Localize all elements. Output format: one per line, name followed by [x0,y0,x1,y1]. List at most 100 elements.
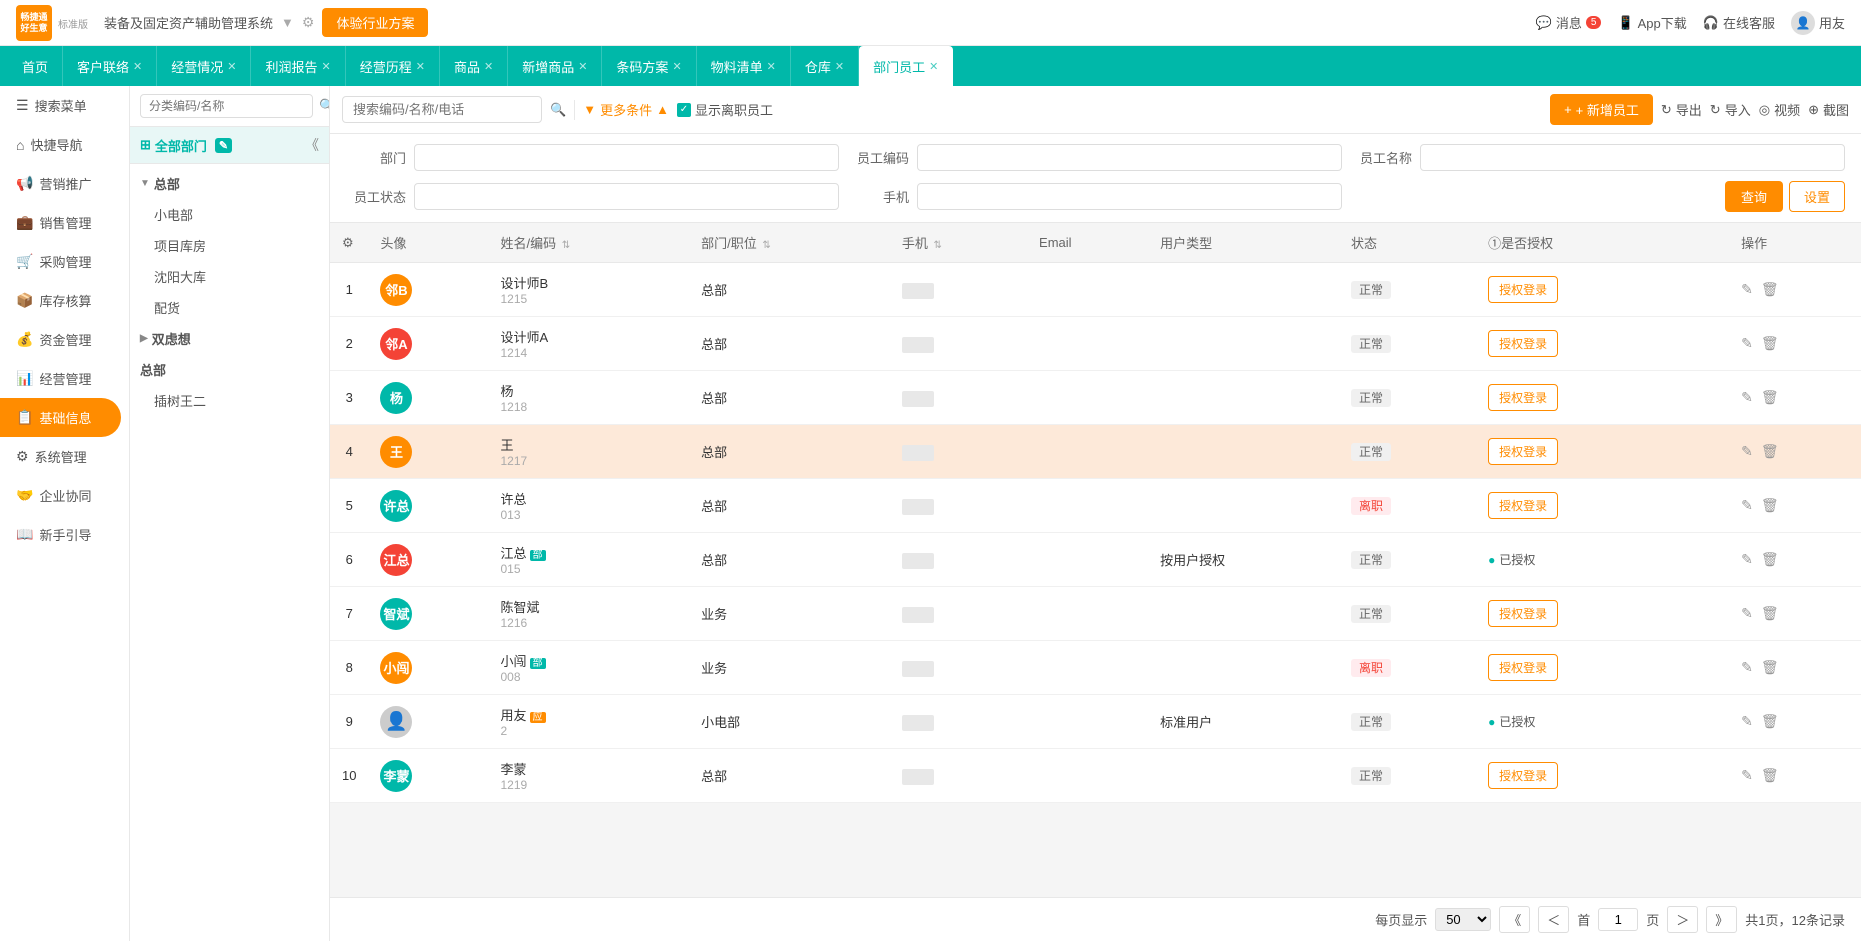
authorize-btn[interactable]: 授权登录 [1488,492,1558,519]
add-employee-btn[interactable]: + + 新增员工 [1550,94,1653,125]
message-btn[interactable]: 💬 消息 5 [1536,13,1602,32]
first-page-btn[interactable]: 《 [1499,906,1530,933]
query-btn[interactable]: 查询 [1725,181,1783,212]
tab-warehouse[interactable]: 仓库 ✕ [791,46,859,86]
sort-phone-icon[interactable]: ⇅ [933,240,941,251]
delete-btn[interactable]: 🗑 [1761,659,1779,676]
delete-btn[interactable]: 🗑 [1761,605,1779,622]
settings-icon[interactable]: ⚙ [302,14,315,31]
col-settings[interactable]: ⚙ [330,223,368,263]
edit-btn[interactable]: ✎ [1741,497,1753,514]
dept-node-zongbu-group[interactable]: ▼总部 [130,168,329,199]
next-page-btn[interactable]: ＞ [1667,906,1698,933]
filter-empcode-input[interactable] [917,144,1342,171]
authorize-btn[interactable]: 授权登录 [1488,384,1558,411]
sidebar-item-purchase[interactable]: 🛒 采购管理 [0,242,129,281]
edit-btn[interactable]: ✎ [1741,659,1753,676]
delete-btn[interactable]: 🗑 [1761,281,1779,298]
tab-addgoods[interactable]: 新增商品 ✕ [508,46,602,86]
delete-btn[interactable]: 🗑 [1761,767,1779,784]
user-btn[interactable]: 👤 用友 [1791,11,1845,35]
reset-btn[interactable]: 设置 [1789,181,1845,212]
tab-business[interactable]: 经营情况 ✕ [157,46,251,86]
export-btn[interactable]: ↻ 导出 [1661,100,1702,119]
app-download-btn[interactable]: 📱 App下载 [1617,13,1686,32]
dept-node-xiangmukufang[interactable]: 项目库房 [130,230,329,261]
trial-btn[interactable]: 体验行业方案 [322,8,428,37]
tab-barcode[interactable]: 条码方案 ✕ [602,46,696,86]
tab-warehouse-close[interactable]: ✕ [835,60,844,73]
authorize-btn[interactable]: 授权登录 [1488,438,1558,465]
authorize-btn[interactable]: 授权登录 [1488,276,1558,303]
authorize-btn[interactable]: 授权登录 [1488,600,1558,627]
sidebar-item-finance[interactable]: 💰 资金管理 [0,320,129,359]
edit-btn[interactable]: ✎ [1741,713,1753,730]
edit-btn[interactable]: ✎ [1741,389,1753,406]
authorize-btn[interactable]: 授权登录 [1488,762,1558,789]
tab-home[interactable]: 首页 [8,46,63,86]
tab-material-close[interactable]: ✕ [767,60,776,73]
tab-business-close[interactable]: ✕ [227,60,236,73]
search-submit-btn[interactable]: 🔍 [550,102,566,118]
sidebar-item-basic[interactable]: 📋 基础信息 [0,398,121,437]
tab-barcode-close[interactable]: ✕ [672,60,681,73]
tab-staff-close[interactable]: ✕ [929,60,938,73]
dept-all-btn[interactable]: ⊞ 全部部门 ✎ 《 [130,127,329,164]
sidebar-item-quicknav[interactable]: ⌂ 快捷导航 [0,125,129,164]
tab-process[interactable]: 经营历程 ✕ [346,46,440,86]
edit-btn[interactable]: ✎ [1741,605,1753,622]
sidebar-item-system[interactable]: ⚙ 系统管理 [0,437,129,476]
sort-name-icon[interactable]: ⇅ [562,240,570,251]
more-filter-btn[interactable]: ▼ 更多条件 ▲ [583,100,669,119]
online-service-btn[interactable]: 🎧 在线客服 [1703,13,1775,32]
tab-goods-close[interactable]: ✕ [484,60,493,73]
edit-btn[interactable]: ✎ [1741,443,1753,460]
dept-node-zongbu2[interactable]: 总部 [130,354,329,385]
sidebar-item-inventory[interactable]: 📦 库存核算 [0,281,129,320]
tab-process-close[interactable]: ✕ [416,60,425,73]
dept-edit-icon[interactable]: ✎ [215,138,232,153]
authorize-btn[interactable]: 授权登录 [1488,330,1558,357]
sidebar-item-sales[interactable]: 💼 销售管理 [0,203,129,242]
delete-btn[interactable]: 🗑 [1761,497,1779,514]
dept-node-shenyangdaku[interactable]: 沈阳大库 [130,261,329,292]
delete-btn[interactable]: 🗑 [1761,389,1779,406]
dept-search-input[interactable] [140,94,313,118]
filter-phone-input[interactable] [917,183,1342,210]
collapse-btn[interactable]: 《 [305,135,319,155]
filter-dept-select[interactable] [414,144,839,171]
search-input[interactable] [342,96,542,123]
import-btn[interactable]: ↻ 导入 [1710,100,1751,119]
show-inactive-toggle[interactable]: ✓ 显示离职员工 [677,100,773,119]
page-input[interactable] [1598,908,1638,931]
filter-status-select[interactable] [414,183,839,210]
tab-customer[interactable]: 客户联络 ✕ [63,46,157,86]
dept-node-shuanglvxiang[interactable]: ▶双虑想 [130,323,329,354]
edit-btn[interactable]: ✎ [1741,551,1753,568]
dept-node-peihuo[interactable]: 配货 [130,292,329,323]
tab-material[interactable]: 物料清单 ✕ [697,46,791,86]
delete-btn[interactable]: 🗑 [1761,443,1779,460]
tab-staff[interactable]: 部门员工 ✕ [859,46,953,86]
prev-page-btn[interactable]: ＜ [1538,906,1569,933]
edit-btn[interactable]: ✎ [1741,281,1753,298]
tab-customer-close[interactable]: ✕ [133,60,142,73]
nav-dropdown-icon[interactable]: ▼ [281,15,294,30]
sidebar-item-collab[interactable]: 🤝 企业协同 [0,476,129,515]
tab-goods[interactable]: 商品 ✕ [440,46,508,86]
sort-dept-icon[interactable]: ⇅ [762,240,770,251]
dept-node-xiaodianbu[interactable]: 小电部 [130,199,329,230]
filter-empname-input[interactable] [1420,144,1845,171]
sidebar-item-guide[interactable]: 📖 新手引导 [0,515,129,554]
dept-node-chashuwanger[interactable]: 插树王二 [130,385,329,416]
delete-btn[interactable]: 🗑 [1761,551,1779,568]
per-page-select[interactable]: 50 100 [1435,908,1491,931]
tab-addgoods-close[interactable]: ✕ [578,60,587,73]
sidebar-item-operation[interactable]: 📊 经营管理 [0,359,129,398]
view-btn[interactable]: ◎ 视频 [1759,100,1800,119]
dept-search-icon[interactable]: 🔍 [319,98,330,114]
authorize-btn[interactable]: 授权登录 [1488,654,1558,681]
show-inactive-checkbox[interactable]: ✓ [677,103,691,117]
edit-btn[interactable]: ✎ [1741,335,1753,352]
last-page-btn[interactable]: 》 [1706,906,1737,933]
